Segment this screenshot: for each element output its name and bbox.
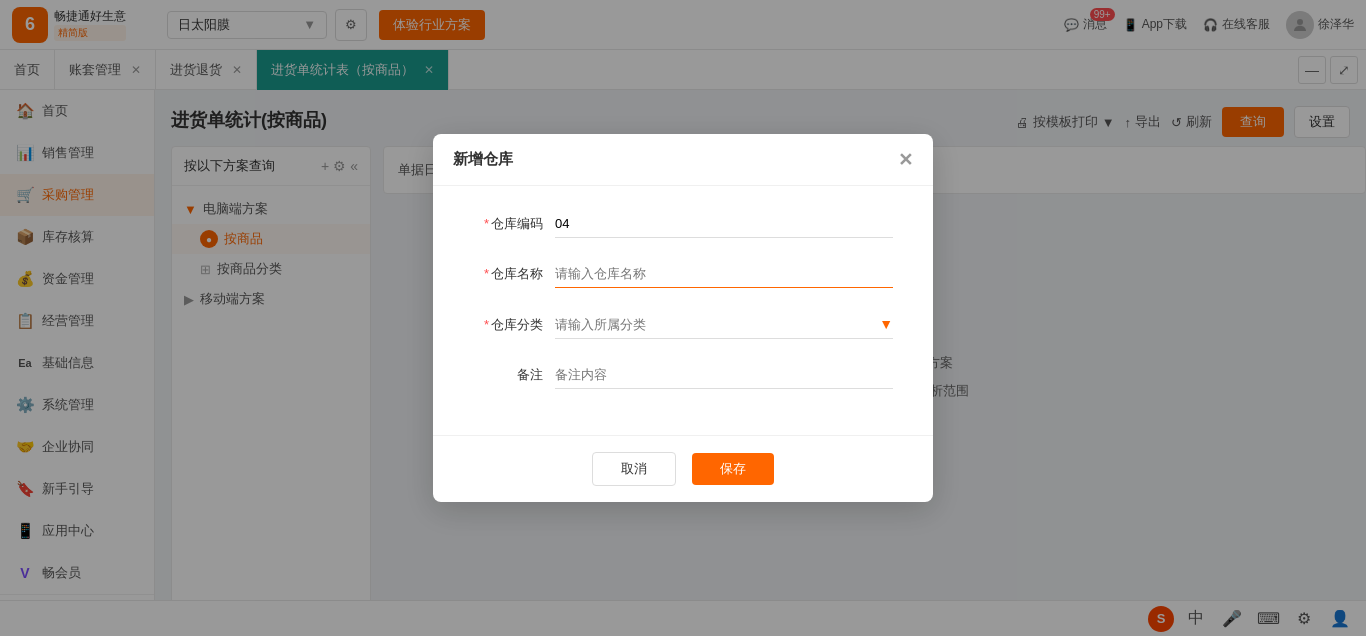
code-input[interactable] [555, 210, 893, 238]
modal-overlay[interactable]: 新增仓库 ✕ 仓库编码 仓库名称 仓库分类 ▼ [0, 0, 1366, 636]
dialog-footer: 取消 保存 [433, 435, 933, 502]
cancel-button[interactable]: 取消 [592, 452, 676, 486]
name-input[interactable] [555, 260, 893, 288]
form-row-code: 仓库编码 [473, 210, 893, 238]
category-input[interactable] [555, 317, 879, 332]
code-label: 仓库编码 [473, 215, 543, 233]
category-label: 仓库分类 [473, 316, 543, 334]
category-arrow-icon[interactable]: ▼ [879, 316, 893, 332]
form-row-note: 备注 [473, 361, 893, 389]
dialog-title: 新增仓库 [453, 150, 513, 169]
form-row-category: 仓库分类 ▼ [473, 310, 893, 339]
dialog-body: 仓库编码 仓库名称 仓库分类 ▼ 备注 [433, 186, 933, 435]
dialog-new-warehouse: 新增仓库 ✕ 仓库编码 仓库名称 仓库分类 ▼ [433, 134, 933, 502]
save-button[interactable]: 保存 [692, 453, 774, 485]
note-label: 备注 [473, 366, 543, 384]
dialog-close-icon[interactable]: ✕ [898, 151, 913, 169]
name-label: 仓库名称 [473, 265, 543, 283]
form-row-name: 仓库名称 [473, 260, 893, 288]
note-input[interactable] [555, 361, 893, 389]
category-select-wrap: ▼ [555, 310, 893, 339]
dialog-header: 新增仓库 ✕ [433, 134, 933, 186]
